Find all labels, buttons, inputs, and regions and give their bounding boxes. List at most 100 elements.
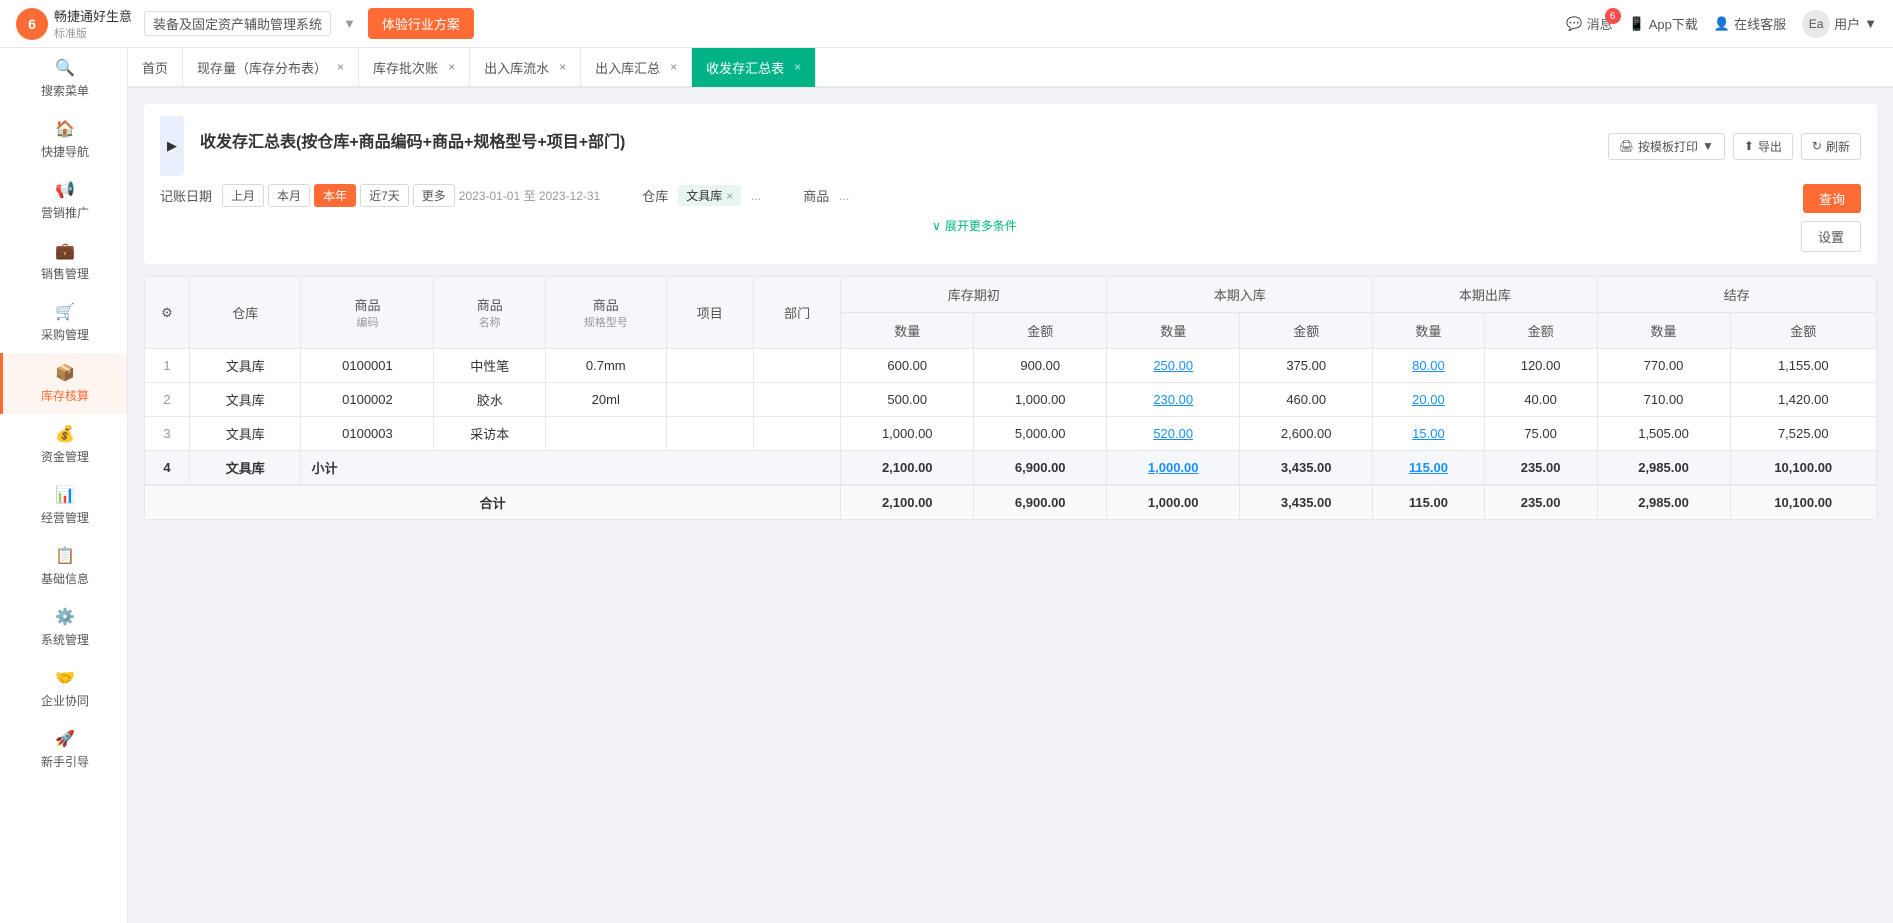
tab-stock-dist[interactable]: 现存量（库存分布表） ×: [183, 48, 359, 87]
online-service-icon: 👤: [1714, 16, 1730, 32]
sidebar-item-purchase[interactable]: 🛒 采购管理: [0, 292, 127, 353]
tab-home[interactable]: 首页: [128, 48, 183, 87]
tab-in-out-flow[interactable]: 出入库流水 ×: [470, 48, 581, 87]
message-button[interactable]: 💬 消息 6: [1566, 14, 1612, 33]
in-group-header: 本期入库: [1107, 277, 1373, 313]
query-button[interactable]: 查询: [1803, 184, 1861, 213]
experience-button[interactable]: 体验行业方案: [368, 8, 474, 39]
tab-receipt-sum[interactable]: 收发存汇总表 ×: [692, 48, 816, 87]
row-warehouse: 文具库: [190, 417, 301, 451]
table-settings-icon[interactable]: ⚙: [155, 301, 179, 325]
total-opening-qty: 2,100.00: [841, 485, 974, 520]
date-btn-prev-month[interactable]: 上月: [222, 184, 264, 207]
total-out-amount: 235.00: [1484, 485, 1597, 520]
row-department: [753, 349, 840, 383]
app-download-button[interactable]: 📱 App下载: [1629, 14, 1698, 33]
guide-icon: 🚀: [55, 729, 75, 749]
header-actions: 🖨 按模板打印 ▼ ⬆ 导出 ↻ 刷新: [1608, 133, 1861, 160]
sidebar-item-inventory[interactable]: 📦 库存核算: [0, 353, 127, 414]
row-out-qty[interactable]: 80.00: [1373, 349, 1485, 383]
logo-sub: 标准版: [54, 25, 132, 41]
settings-button[interactable]: 设置: [1801, 221, 1861, 252]
export-button[interactable]: ⬆ 导出: [1733, 133, 1793, 160]
sidebar-item-system[interactable]: ⚙️ 系统管理: [0, 597, 127, 658]
subtotal-out-qty[interactable]: 115.00: [1373, 451, 1485, 486]
tab-close-stock-dist[interactable]: ×: [337, 60, 344, 74]
data-table-wrapper: ⚙ 仓库 商品编码 商品名称 商品规格型号 项目 部门 库存期初 本期入库 本: [144, 276, 1877, 520]
sidebar-item-label: 营销推广: [41, 204, 89, 221]
in-qty-header: 数量: [1107, 313, 1240, 349]
row-in-qty[interactable]: 230.00: [1107, 383, 1240, 417]
sidebar-item-search[interactable]: 🔍 搜索菜单: [0, 48, 127, 109]
filter-section: ▶ 收发存汇总表(按仓库+商品编码+商品+规格型号+项目+部门) 🖨 按模板打印…: [144, 104, 1877, 264]
row-in-qty[interactable]: 520.00: [1107, 417, 1240, 451]
sales-icon: 💼: [55, 241, 75, 261]
sidebar-item-basic[interactable]: 📋 基础信息: [0, 536, 127, 597]
tab-close-receipt-sum[interactable]: ×: [794, 60, 801, 74]
tab-batch[interactable]: 库存批次账 ×: [359, 48, 470, 87]
row-balance-amount: 1,420.00: [1730, 383, 1876, 417]
total-opening-amount: 6,900.00: [974, 485, 1107, 520]
sidebar-item-label: 系统管理: [41, 631, 89, 648]
print-button[interactable]: 🖨 按模板打印 ▼: [1608, 133, 1725, 160]
warehouse-tag-close[interactable]: ×: [726, 189, 733, 203]
system-dropdown-icon[interactable]: ▼: [343, 16, 356, 31]
collapse-icon: ▶: [167, 138, 177, 154]
department-column-header: 部门: [753, 277, 840, 349]
row-in-qty[interactable]: 250.00: [1107, 349, 1240, 383]
row-out-amount: 40.00: [1484, 383, 1597, 417]
sidebar-item-operations[interactable]: 📊 经营管理: [0, 475, 127, 536]
date-btn-7days[interactable]: 近7天: [360, 184, 409, 207]
date-btn-this-year[interactable]: 本年: [314, 184, 356, 207]
sidebar-item-label: 库存核算: [41, 387, 89, 404]
sidebar: 🔍 搜索菜单 🏠 快捷导航 📢 营销推广 💼 销售管理 🛒 采购管理 📦: [0, 48, 128, 923]
warehouse-more-btn[interactable]: ...: [751, 189, 761, 203]
online-service-button[interactable]: 👤 在线客服: [1714, 14, 1786, 33]
date-btn-more[interactable]: 更多: [413, 184, 455, 207]
row-out-amount: 75.00: [1484, 417, 1597, 451]
subtotal-out-amount: 235.00: [1484, 451, 1597, 486]
avatar: Ea: [1802, 10, 1830, 38]
row-out-qty[interactable]: 15.00: [1373, 417, 1485, 451]
row-num: 2: [145, 383, 190, 417]
sidebar-item-quick-nav[interactable]: 🏠 快捷导航: [0, 109, 127, 170]
sidebar-item-marketing[interactable]: 📢 营销推广: [0, 170, 127, 231]
tab-in-out-sum[interactable]: 出入库汇总 ×: [581, 48, 692, 87]
row-product-code: 0100002: [301, 383, 434, 417]
product-code-column-header: 商品编码: [301, 277, 434, 349]
row-product-code: 0100003: [301, 417, 434, 451]
subtotal-in-qty[interactable]: 1,000.00: [1107, 451, 1240, 486]
row-product-spec: [545, 417, 666, 451]
row-num: 1: [145, 349, 190, 383]
product-more-btn[interactable]: ...: [839, 189, 849, 203]
row-in-amount: 375.00: [1240, 349, 1373, 383]
subtotal-warehouse: 文具库: [190, 451, 301, 486]
product-spec-column-header: 商品规格型号: [545, 277, 666, 349]
search-icon: 🔍: [55, 58, 75, 78]
row-num: 3: [145, 417, 190, 451]
user-button[interactable]: Ea 用户 ▼: [1802, 10, 1877, 38]
tab-close-in-out-sum[interactable]: ×: [670, 60, 677, 74]
opening-qty-header: 数量: [841, 313, 974, 349]
date-buttons: 上月 本月 本年 近7天 更多 2023-01-01 至 2023-12-31: [222, 184, 600, 207]
collapse-button[interactable]: ▶: [160, 116, 184, 176]
export-icon: ⬆: [1744, 139, 1754, 153]
expand-more-button[interactable]: ∨ 展开更多条件: [924, 213, 1025, 238]
operations-icon: 📊: [55, 485, 75, 505]
tab-close-batch[interactable]: ×: [448, 60, 455, 74]
settings-column-header: ⚙: [145, 277, 190, 349]
tab-close-in-out-flow[interactable]: ×: [559, 60, 566, 74]
row-project: [666, 417, 753, 451]
refresh-button[interactable]: ↻ 刷新: [1801, 133, 1861, 160]
sidebar-item-finance[interactable]: 💰 资金管理: [0, 414, 127, 475]
row-department: [753, 383, 840, 417]
sidebar-item-guide[interactable]: 🚀 新手引导: [0, 719, 127, 780]
out-group-header: 本期出库: [1373, 277, 1597, 313]
row-out-qty[interactable]: 20.00: [1373, 383, 1485, 417]
row-balance-amount: 7,525.00: [1730, 417, 1876, 451]
row-opening-amount: 5,000.00: [974, 417, 1107, 451]
out-qty-header: 数量: [1373, 313, 1485, 349]
sidebar-item-enterprise[interactable]: 🤝 企业协同: [0, 658, 127, 719]
date-btn-this-month[interactable]: 本月: [268, 184, 310, 207]
sidebar-item-sales[interactable]: 💼 销售管理: [0, 231, 127, 292]
